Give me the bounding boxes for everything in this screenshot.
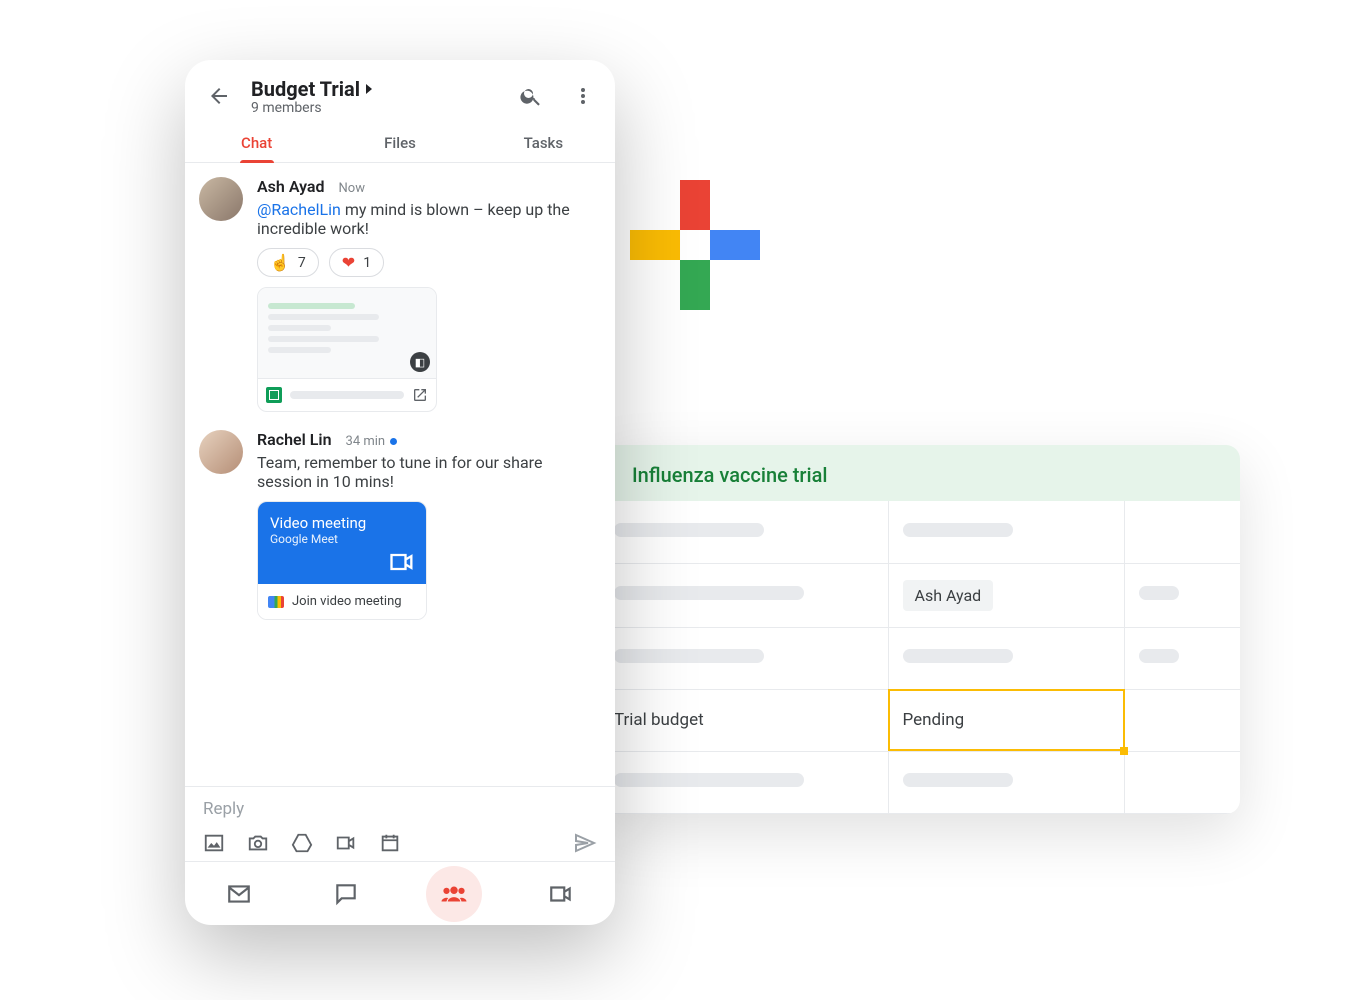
tab-bar: Chat Files Tasks (185, 122, 615, 163)
sheet-cell[interactable] (1125, 501, 1240, 563)
bottom-nav (185, 861, 615, 925)
timestamp: 34 min (346, 434, 398, 449)
spreadsheet-preview: Influenza vaccine trial Ash Ayad Trial b… (600, 445, 1240, 814)
message: Rachel Lin 34 min Team, remember to tune… (199, 430, 597, 620)
meet-title: Video meeting (270, 514, 414, 532)
chat-header: Budget Trial 9 members (185, 60, 615, 122)
room-title[interactable]: Budget Trial (251, 77, 499, 101)
message-text: Team, remember to tune in for our share … (257, 453, 597, 491)
timestamp: Now (339, 181, 365, 196)
sheet-title: Influenza vaccine trial (600, 445, 1240, 501)
sheet-cell-label[interactable]: Trial budget (600, 689, 888, 751)
mention[interactable]: @RachelLin (257, 200, 341, 219)
message: Ash Ayad Now @RachelLin my mind is blown… (199, 177, 597, 412)
avatar[interactable] (199, 430, 243, 474)
avatar[interactable] (199, 177, 243, 221)
nav-meet[interactable] (533, 866, 589, 922)
meet-logo-icon (268, 596, 284, 608)
more-vert-icon (571, 84, 595, 108)
arrow-left-icon (207, 84, 231, 108)
drive-icon[interactable] (291, 832, 313, 854)
sheet-cell[interactable] (1125, 563, 1240, 627)
overflow-button[interactable] (563, 76, 603, 116)
chat-icon (333, 881, 359, 907)
image-icon[interactable] (203, 832, 225, 854)
people-icon (439, 879, 469, 909)
nav-chat[interactable] (318, 866, 374, 922)
google-plus-ornament (630, 180, 760, 310)
nav-spaces[interactable] (426, 866, 482, 922)
sender-name: Ash Ayad (257, 177, 325, 196)
reaction-pointing[interactable]: ☝️7 (257, 248, 319, 277)
sheet-cell[interactable] (1125, 689, 1240, 751)
sheet-cell[interactable] (600, 501, 888, 563)
sheet-cell[interactable] (1125, 627, 1240, 689)
tab-tasks[interactable]: Tasks (472, 122, 615, 162)
caret-right-icon (364, 84, 374, 94)
chat-app-frame: Budget Trial 9 members Chat Files Tasks … (185, 60, 615, 925)
sheet-cell[interactable] (600, 563, 888, 627)
back-button[interactable] (199, 76, 239, 116)
sheet-cell[interactable] (888, 501, 1125, 563)
attachment-thumbnail: ◧ (258, 288, 436, 378)
sheet-grid: Ash Ayad Trial budget Pending (600, 501, 1240, 814)
sheet-cell[interactable] (888, 751, 1125, 813)
camera-icon[interactable] (247, 832, 269, 854)
meet-card[interactable]: Video meeting Google Meet Join video mee… (257, 501, 427, 620)
open-external-icon[interactable] (412, 387, 428, 403)
video-icon (388, 548, 416, 576)
sheets-icon (266, 387, 282, 403)
search-icon (519, 84, 543, 108)
send-icon[interactable] (573, 831, 597, 855)
join-meeting-button[interactable]: Join video meeting (258, 584, 426, 619)
message-text: @RachelLin my mind is blown – keep up th… (257, 200, 597, 238)
tab-chat[interactable]: Chat (185, 122, 328, 162)
sheet-cell[interactable]: Ash Ayad (888, 563, 1125, 627)
sheet-cell[interactable] (600, 627, 888, 689)
attachment-type-badge: ◧ (410, 352, 430, 372)
sheet-cell-selected[interactable]: Pending (888, 689, 1125, 751)
calendar-icon[interactable] (379, 832, 401, 854)
video-icon (548, 881, 574, 907)
sheet-cell[interactable] (1125, 751, 1240, 813)
mail-icon (226, 881, 252, 907)
unread-dot-icon (390, 438, 397, 445)
video-icon[interactable] (335, 832, 357, 854)
reaction-heart[interactable]: ❤1 (329, 248, 384, 277)
nav-mail[interactable] (211, 866, 267, 922)
sheet-cell[interactable] (600, 751, 888, 813)
reply-input[interactable]: Reply (203, 799, 597, 819)
tab-files[interactable]: Files (328, 122, 471, 162)
sender-name: Rachel Lin (257, 430, 332, 449)
meet-subtitle: Google Meet (270, 532, 414, 546)
room-subtitle: 9 members (251, 100, 499, 116)
composer: Reply (185, 786, 615, 861)
sheet-attachment[interactable]: ◧ (257, 287, 437, 412)
message-list: Ash Ayad Now @RachelLin my mind is blown… (185, 163, 615, 786)
search-button[interactable] (511, 76, 551, 116)
sheet-cell[interactable] (888, 627, 1125, 689)
